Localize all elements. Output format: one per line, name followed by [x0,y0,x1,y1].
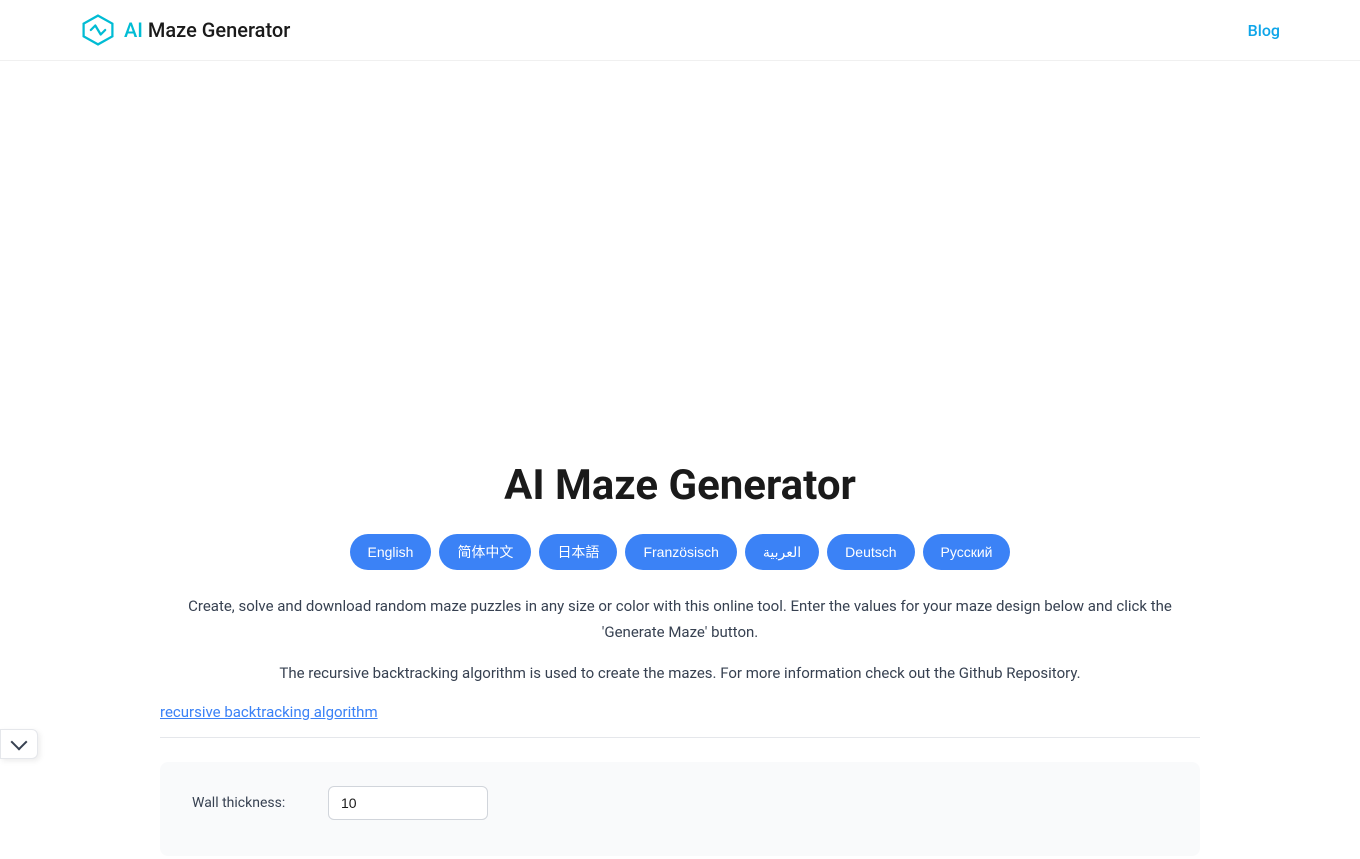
lang-btn-4[interactable]: العربية [745,534,819,570]
main-content: AI Maze Generator English简体中文日本語Französi… [0,381,1360,856]
language-buttons: English简体中文日本語FranzösischالعربيةDeutschР… [350,534,1011,570]
algo-link[interactable]: recursive backtracking algorithm [160,703,378,721]
logo-maze: Maze [143,18,202,42]
logo-generator: Generator [202,18,291,42]
wall-thickness-label: Wall thickness: [192,795,312,811]
settings-row: Wall thickness: [192,786,1168,820]
logo-ai: AI [124,18,143,42]
algorithm-text: The recursive backtracking algorithm is … [279,661,1080,687]
lang-btn-3[interactable]: Französisch [625,534,736,570]
logo-text: AI Maze Generator [124,18,290,42]
settings-panel: Wall thickness: [160,762,1200,856]
ad-space [0,61,1360,381]
chevron-down-icon [11,734,28,751]
page-title: AI Maze Generator [504,461,856,510]
blog-link[interactable]: Blog [1248,21,1280,40]
algo-text-prefix: The recursive backtracking algorithm is … [279,664,1080,682]
description-text: Create, solve and download random maze p… [160,594,1200,645]
hero-section: AI Maze Generator English简体中文日本語Französi… [80,461,1280,856]
lang-btn-6[interactable]: Русский [923,534,1011,570]
wall-thickness-input[interactable] [328,786,488,820]
lang-btn-2[interactable]: 日本語 [539,534,617,570]
collapse-button[interactable] [0,729,38,759]
navbar: AI Maze Generator Blog [0,0,1360,61]
divider [160,737,1200,738]
logo-link[interactable]: AI Maze Generator [80,12,290,48]
lang-btn-5[interactable]: Deutsch [827,534,914,570]
logo-icon [80,12,116,48]
lang-btn-0[interactable]: English [350,534,432,570]
lang-btn-1[interactable]: 简体中文 [439,534,531,570]
